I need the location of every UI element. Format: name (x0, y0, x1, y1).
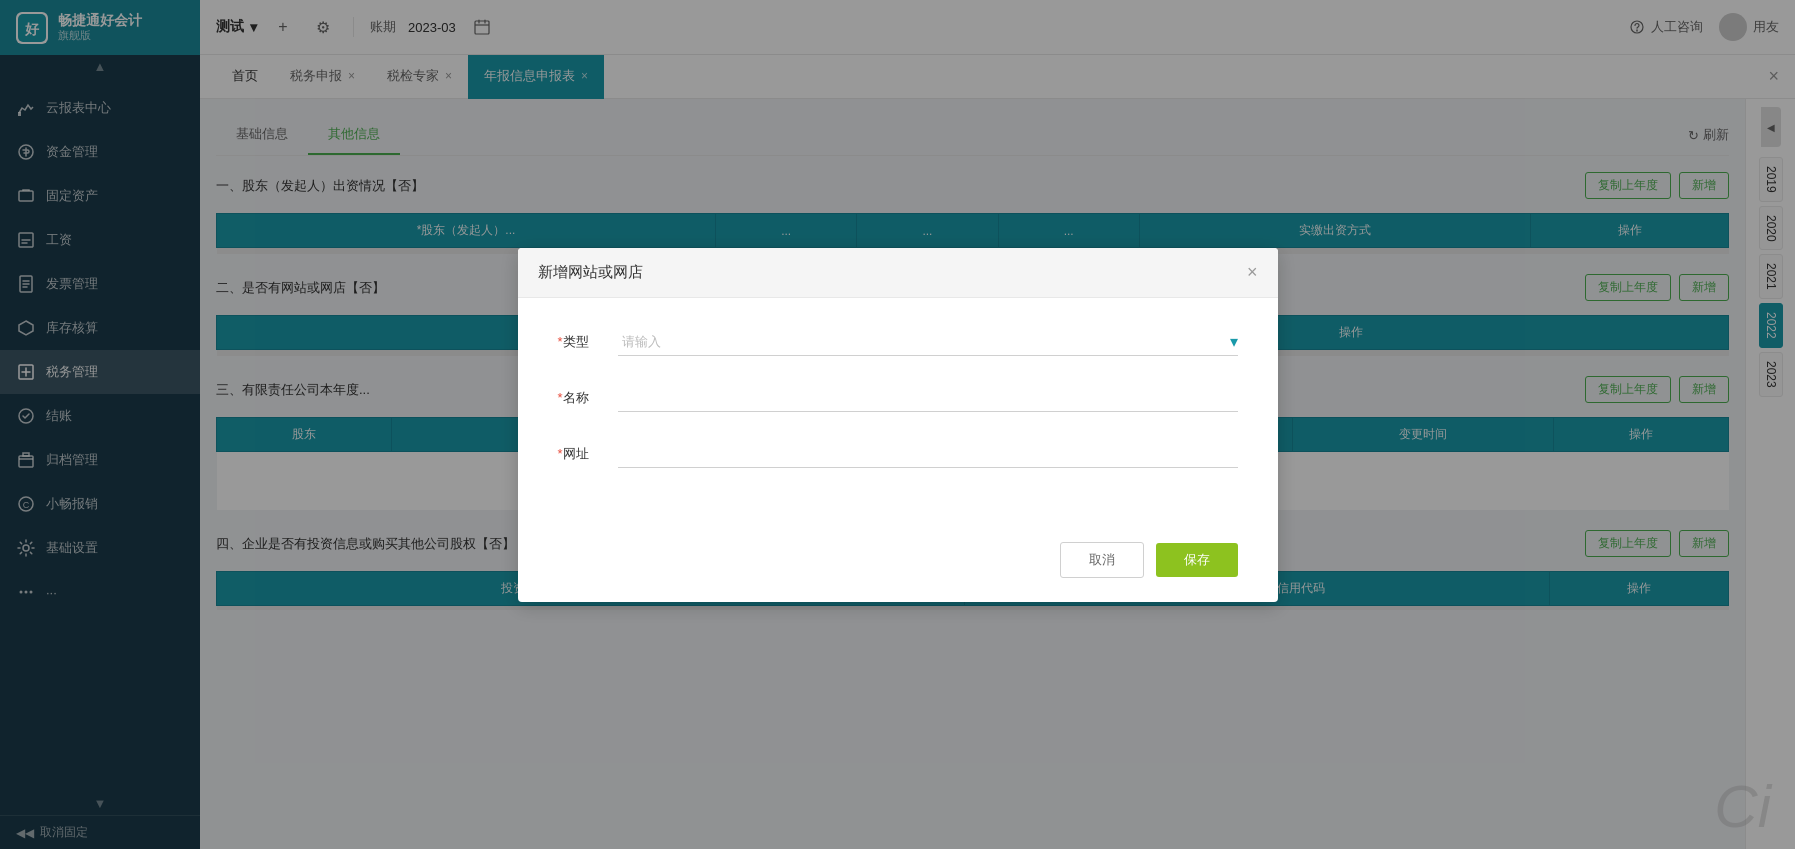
cancel-button[interactable]: 取消 (1060, 542, 1144, 578)
form-row-type: *类型 ▾ (558, 328, 1238, 356)
form-input-wrap-name (618, 384, 1238, 412)
modal-overlay[interactable]: 新增网站或网店 × *类型 ▾ *名称 (0, 0, 1795, 849)
name-input[interactable] (618, 384, 1238, 411)
dialog-footer: 取消 保存 (518, 526, 1278, 602)
form-input-wrap-type: ▾ (618, 328, 1238, 356)
dialog-header: 新增网站或网店 × (518, 248, 1278, 298)
type-dropdown-icon[interactable]: ▾ (1230, 332, 1238, 351)
form-label-url: *网址 (558, 445, 618, 463)
form-row-url: *网址 (558, 440, 1238, 468)
dialog-title: 新增网站或网店 (538, 263, 643, 282)
type-input[interactable] (618, 328, 1230, 355)
dialog-close-button[interactable]: × (1247, 262, 1258, 283)
add-website-dialog: 新增网站或网店 × *类型 ▾ *名称 (518, 248, 1278, 602)
form-label-type: *类型 (558, 333, 618, 351)
dialog-body: *类型 ▾ *名称 *网址 (518, 298, 1278, 526)
form-input-wrap-url (618, 440, 1238, 468)
form-row-name: *名称 (558, 384, 1238, 412)
form-label-name: *名称 (558, 389, 618, 407)
url-input[interactable] (618, 440, 1238, 467)
save-button[interactable]: 保存 (1156, 543, 1238, 577)
